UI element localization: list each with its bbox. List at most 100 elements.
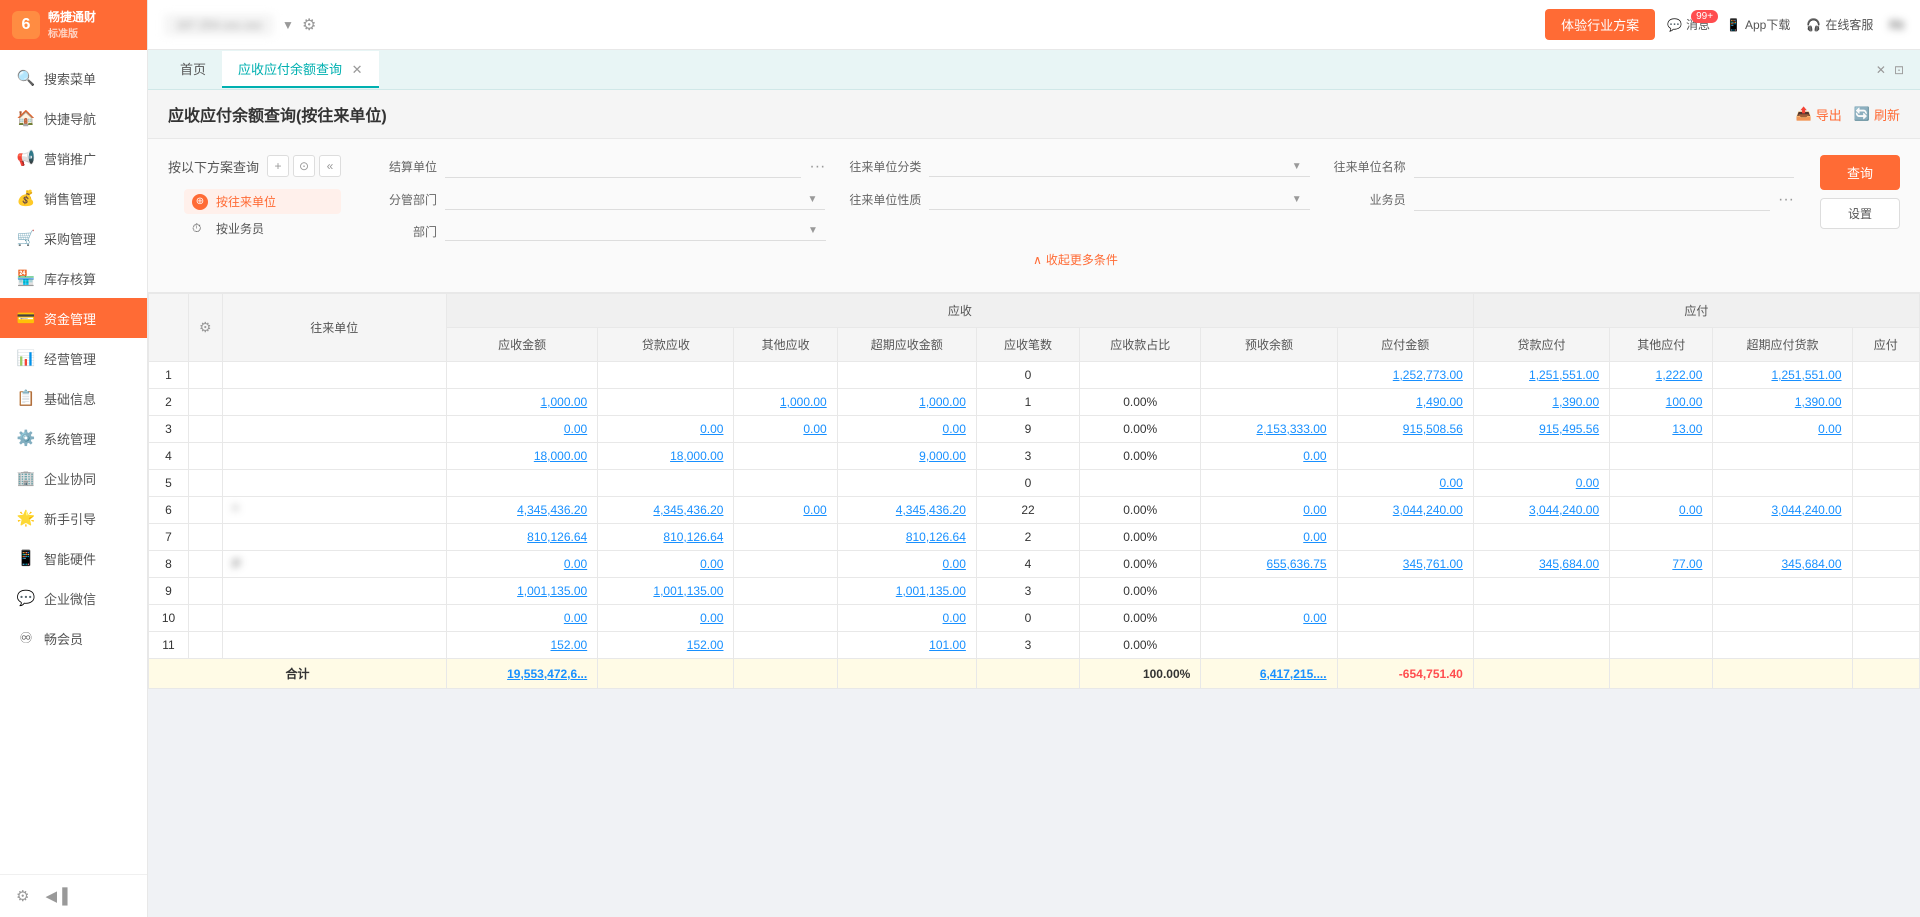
row-ar-other[interactable]: 0.00 bbox=[734, 416, 837, 443]
row-ar-overdue[interactable]: 0.00 bbox=[837, 605, 976, 632]
row-ar-loan[interactable]: 1,001,135.00 bbox=[598, 578, 734, 605]
row-ar-prepaid[interactable]: 0.00 bbox=[1201, 605, 1337, 632]
row-ap-other[interactable]: 77.00 bbox=[1610, 551, 1713, 578]
tab-ar-ap[interactable]: 应收应付余额查询 ✕ bbox=[222, 51, 379, 88]
row-ap-loan[interactable]: 1,390.00 bbox=[1473, 389, 1609, 416]
row-ap-other[interactable]: 0.00 bbox=[1610, 497, 1713, 524]
row-ap-loan[interactable]: 915,495.56 bbox=[1473, 416, 1609, 443]
search-tab-by-staff[interactable]: ⏱ 按业务员 bbox=[184, 216, 341, 241]
tab-expand-icon[interactable]: ⊡ bbox=[1894, 63, 1904, 77]
row-ap-overdue[interactable]: 3,044,240.00 bbox=[1713, 497, 1852, 524]
row-ar-amount[interactable]: 0.00 bbox=[446, 551, 597, 578]
row-ar-other[interactable]: 1,000.00 bbox=[734, 389, 837, 416]
salesman-dots[interactable]: ··· bbox=[1778, 191, 1794, 209]
row-ar-overdue[interactable]: 101.00 bbox=[837, 632, 976, 659]
row-ar-amount[interactable]: 0.00 bbox=[446, 416, 597, 443]
col-settings[interactable]: ⚙ bbox=[189, 294, 223, 362]
settings-button[interactable]: 设置 bbox=[1820, 198, 1900, 229]
sidebar-collapse-icon[interactable]: ◀▐ bbox=[45, 887, 67, 905]
query-button[interactable]: 查询 bbox=[1820, 155, 1900, 190]
row-ap-amount[interactable]: 3,044,240.00 bbox=[1337, 497, 1473, 524]
row-ar-other[interactable]: 0.00 bbox=[734, 497, 837, 524]
row-ar-prepaid[interactable]: 0.00 bbox=[1201, 524, 1337, 551]
scheme-back-button[interactable]: « bbox=[319, 155, 341, 177]
topbar-dropdown-arrow[interactable]: ▼ bbox=[282, 18, 294, 32]
row-ap-overdue[interactable]: 1,390.00 bbox=[1713, 389, 1852, 416]
sidebar-item-system[interactable]: ⚙️ 系统管理 bbox=[0, 418, 147, 458]
sidebar-item-operation[interactable]: 📊 经营管理 bbox=[0, 338, 147, 378]
sidebar-item-sales[interactable]: 💰 销售管理 bbox=[0, 178, 147, 218]
unit-name-input[interactable] bbox=[1414, 155, 1794, 178]
table-wrapper[interactable]: ⚙ 往来单位 应收 应付 应收金额 贷款应收 其他应收 超期应收金额 应收笔数 … bbox=[148, 293, 1920, 689]
row-ar-prepaid[interactable]: 2,153,333.00 bbox=[1201, 416, 1337, 443]
row-ar-loan[interactable]: 4,345,436.20 bbox=[598, 497, 734, 524]
row-ap-loan[interactable]: 345,684.00 bbox=[1473, 551, 1609, 578]
row-ar-amount[interactable]: 0.00 bbox=[446, 605, 597, 632]
row-ar-overdue[interactable]: 0.00 bbox=[837, 416, 976, 443]
sidebar-item-finance[interactable]: 💳 资金管理 bbox=[0, 298, 147, 338]
row-ar-prepaid[interactable]: 0.00 bbox=[1201, 497, 1337, 524]
sidebar-item-search-menu[interactable]: 🔍 搜索菜单 bbox=[0, 58, 147, 98]
row-ap-other[interactable]: 1,222.00 bbox=[1610, 362, 1713, 389]
row-ar-loan[interactable]: 0.00 bbox=[598, 605, 734, 632]
row-ap-amount[interactable]: 1,252,773.00 bbox=[1337, 362, 1473, 389]
sidebar-item-corp-collab[interactable]: 🏢 企业协同 bbox=[0, 458, 147, 498]
row-ar-amount[interactable]: 4,345,436.20 bbox=[446, 497, 597, 524]
unit-category-select[interactable]: ▼ bbox=[929, 157, 1309, 177]
sidebar-item-member[interactable]: ♾ 畅会员 bbox=[0, 618, 147, 658]
tab-close-icon[interactable]: ✕ bbox=[352, 62, 363, 77]
row-ar-overdue[interactable]: 9,000.00 bbox=[837, 443, 976, 470]
total-ar-amount[interactable]: 19,553,472,6... bbox=[446, 659, 597, 689]
row-ar-amount[interactable]: 1,001,135.00 bbox=[446, 578, 597, 605]
row-ar-loan[interactable]: 18,000.00 bbox=[598, 443, 734, 470]
row-ar-overdue[interactable]: 1,000.00 bbox=[837, 389, 976, 416]
sidebar-item-marketing[interactable]: 📢 营销推广 bbox=[0, 138, 147, 178]
row-ar-loan[interactable]: 152.00 bbox=[598, 632, 734, 659]
sidebar-item-smart-hw[interactable]: 📱 智能硬件 bbox=[0, 538, 147, 578]
sidebar-item-inventory[interactable]: 🏪 库存核算 bbox=[0, 258, 147, 298]
row-ar-amount[interactable]: 18,000.00 bbox=[446, 443, 597, 470]
row-ap-other[interactable]: 13.00 bbox=[1610, 416, 1713, 443]
row-ar-amount[interactable]: 152.00 bbox=[446, 632, 597, 659]
settlement-unit-input[interactable] bbox=[445, 155, 801, 178]
row-ap-overdue[interactable]: 0.00 bbox=[1713, 416, 1852, 443]
row-ap-amount[interactable]: 915,508.56 bbox=[1337, 416, 1473, 443]
row-ar-overdue[interactable]: 810,126.64 bbox=[837, 524, 976, 551]
promotion-button[interactable]: 体验行业方案 bbox=[1545, 9, 1655, 40]
customer-service-button[interactable]: 🎧 在线客服 bbox=[1806, 16, 1873, 33]
settlement-unit-dots[interactable]: ··· bbox=[809, 158, 825, 176]
sidebar-settings-icon[interactable]: ⚙ bbox=[16, 887, 29, 905]
row-ar-overdue[interactable]: 1,001,135.00 bbox=[837, 578, 976, 605]
row-ap-overdue[interactable]: 1,251,551.00 bbox=[1713, 362, 1852, 389]
unit-nature-select[interactable]: ▼ bbox=[929, 190, 1309, 210]
tab-home[interactable]: 首页 bbox=[164, 51, 222, 88]
row-ar-loan[interactable]: 0.00 bbox=[598, 551, 734, 578]
row-ap-amount[interactable]: 0.00 bbox=[1337, 470, 1473, 497]
row-ar-amount[interactable]: 1,000.00 bbox=[446, 389, 597, 416]
scheme-add-button[interactable]: + bbox=[267, 155, 289, 177]
row-ar-prepaid[interactable]: 655,636.75 bbox=[1201, 551, 1337, 578]
row-ar-amount[interactable]: 810,126.64 bbox=[446, 524, 597, 551]
row-ar-overdue[interactable]: 4,345,436.20 bbox=[837, 497, 976, 524]
notice-button[interactable]: 💬 消息 99+ bbox=[1667, 16, 1710, 33]
total-ar-prepaid[interactable]: 6,417,215.... bbox=[1201, 659, 1337, 689]
export-button[interactable]: 📤 导出 bbox=[1796, 105, 1842, 124]
salesman-input[interactable] bbox=[1414, 188, 1770, 211]
refresh-button[interactable]: 🔄 刷新 bbox=[1854, 105, 1900, 124]
search-tab-by-unit[interactable]: ⊕ 按往来单位 bbox=[184, 189, 341, 214]
row-ar-loan[interactable]: 810,126.64 bbox=[598, 524, 734, 551]
app-download-button[interactable]: 📱 App下载 bbox=[1726, 16, 1790, 33]
row-ap-amount[interactable]: 1,490.00 bbox=[1337, 389, 1473, 416]
topbar-user[interactable]: Rit bbox=[1889, 18, 1904, 32]
sidebar-item-beginner[interactable]: 🌟 新手引导 bbox=[0, 498, 147, 538]
dept-select[interactable]: ▼ bbox=[445, 190, 825, 210]
row-ap-loan[interactable]: 0.00 bbox=[1473, 470, 1609, 497]
row-ap-loan[interactable]: 3,044,240.00 bbox=[1473, 497, 1609, 524]
row-ap-amount[interactable]: 345,761.00 bbox=[1337, 551, 1473, 578]
scheme-settings-button[interactable]: ⊙ bbox=[293, 155, 315, 177]
row-ap-loan[interactable]: 1,251,551.00 bbox=[1473, 362, 1609, 389]
sidebar-item-purchase[interactable]: 🛒 采购管理 bbox=[0, 218, 147, 258]
sidebar-item-quick-nav[interactable]: 🏠 快捷导航 bbox=[0, 98, 147, 138]
row-ar-loan[interactable]: 0.00 bbox=[598, 416, 734, 443]
department-select[interactable]: ▼ bbox=[445, 221, 826, 241]
